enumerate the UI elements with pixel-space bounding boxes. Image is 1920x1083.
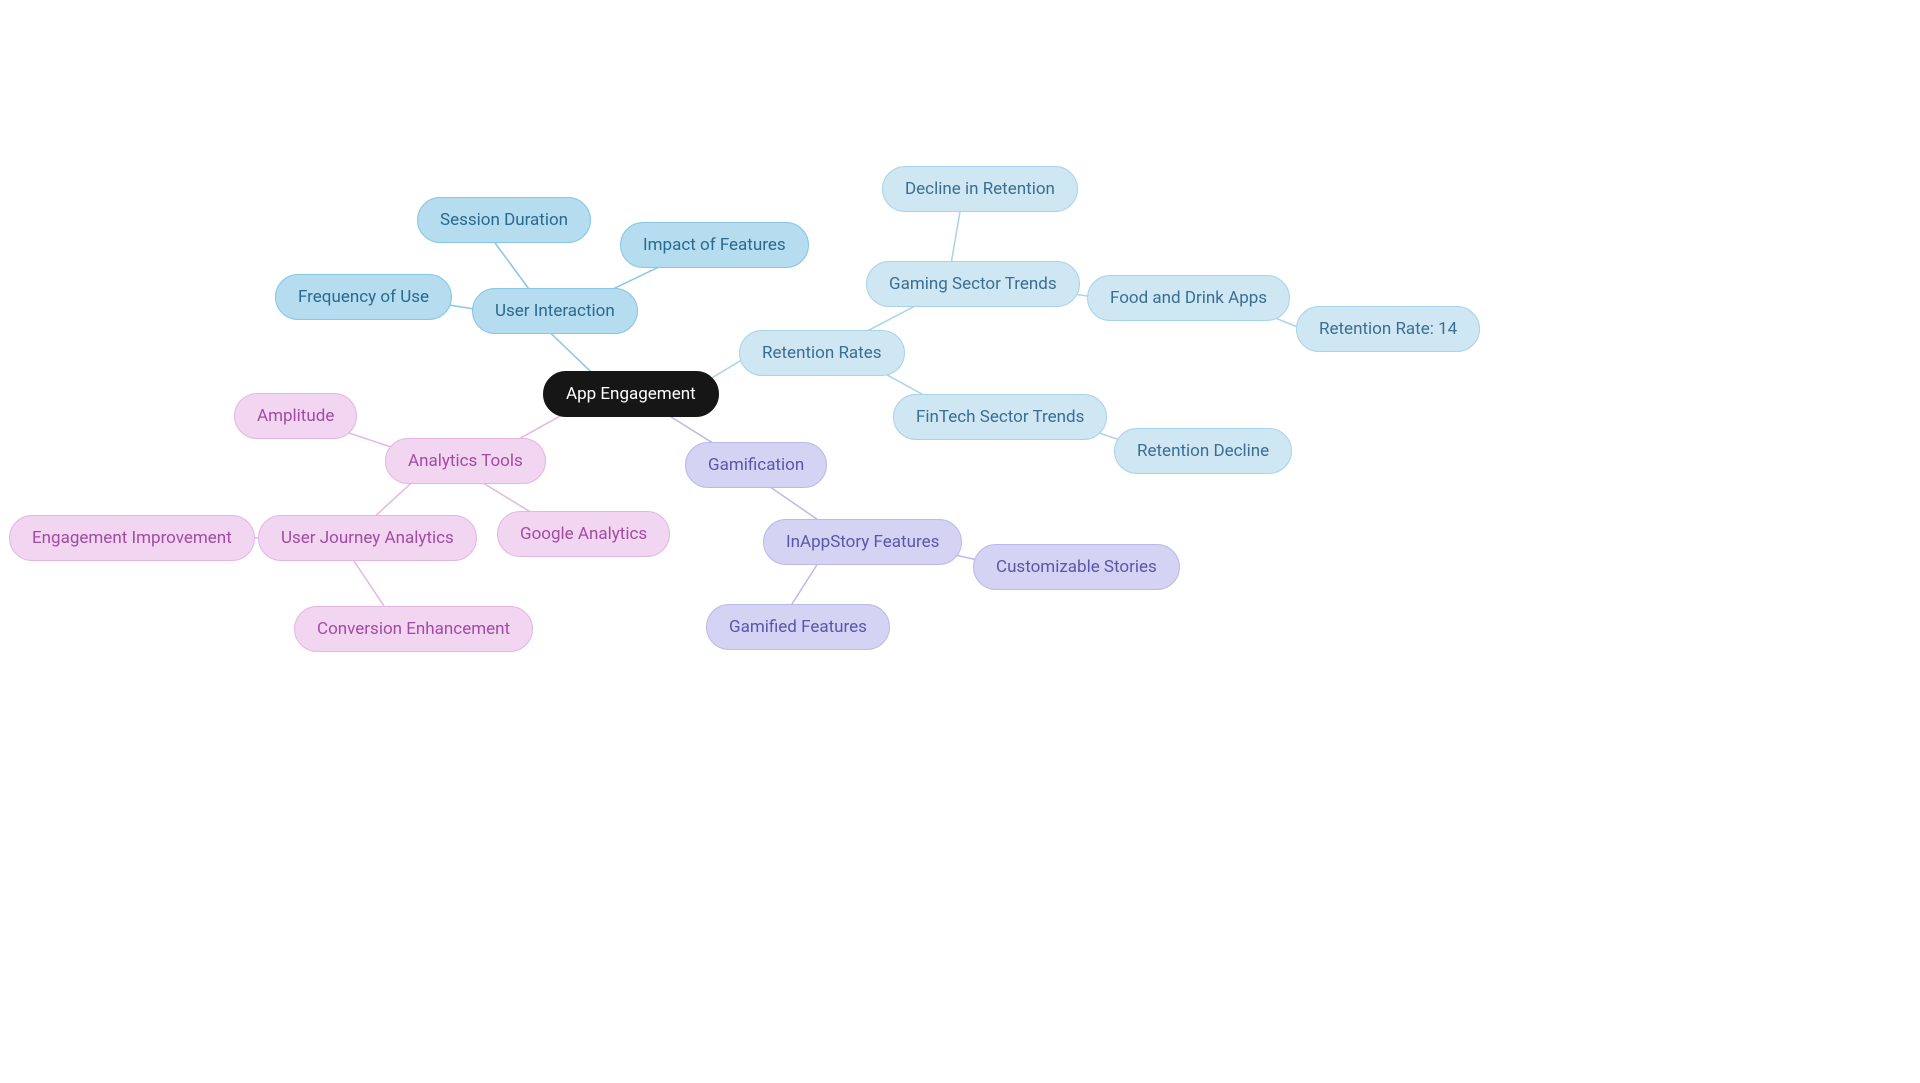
node-label: Amplitude — [257, 406, 334, 426]
node-inappstory-features[interactable]: InAppStory Features — [763, 519, 962, 565]
node-label: Engagement Improvement — [32, 528, 232, 548]
node-label: Customizable Stories — [996, 557, 1157, 577]
node-engagement-improvement[interactable]: Engagement Improvement — [9, 515, 255, 561]
node-label: Session Duration — [440, 210, 568, 230]
node-retention-decline[interactable]: Retention Decline — [1114, 428, 1292, 474]
node-analytics-tools[interactable]: Analytics Tools — [385, 438, 546, 484]
node-gamification[interactable]: Gamification — [685, 442, 827, 488]
node-label: Retention Rates — [762, 343, 882, 363]
node-gamified-features[interactable]: Gamified Features — [706, 604, 890, 650]
node-user-interaction[interactable]: User Interaction — [472, 288, 638, 334]
node-impact-of-features[interactable]: Impact of Features — [620, 222, 809, 268]
node-label: Retention Decline — [1137, 441, 1269, 461]
node-label: User Interaction — [495, 301, 615, 321]
node-food-and-drink-apps[interactable]: Food and Drink Apps — [1087, 275, 1290, 321]
node-label: InAppStory Features — [786, 532, 939, 552]
node-label: Impact of Features — [643, 235, 786, 255]
node-label: FinTech Sector Trends — [916, 407, 1084, 427]
root-node[interactable]: App Engagement — [543, 371, 719, 417]
node-label: Food and Drink Apps — [1110, 288, 1267, 308]
node-frequency-of-use[interactable]: Frequency of Use — [275, 274, 452, 320]
node-label: Gamification — [708, 455, 804, 475]
node-retention-rate-14[interactable]: Retention Rate: 14 — [1296, 306, 1480, 352]
node-label: Conversion Enhancement — [317, 619, 510, 639]
node-user-journey-analytics[interactable]: User Journey Analytics — [258, 515, 477, 561]
node-decline-in-retention[interactable]: Decline in Retention — [882, 166, 1078, 212]
node-retention-rates[interactable]: Retention Rates — [739, 330, 905, 376]
node-gaming-sector-trends[interactable]: Gaming Sector Trends — [866, 261, 1080, 307]
node-google-analytics[interactable]: Google Analytics — [497, 511, 670, 557]
node-amplitude[interactable]: Amplitude — [234, 393, 357, 439]
node-label: Gaming Sector Trends — [889, 274, 1057, 294]
node-label: Retention Rate: 14 — [1319, 319, 1457, 339]
node-label: Decline in Retention — [905, 179, 1055, 199]
node-label: Google Analytics — [520, 524, 647, 544]
node-fintech-sector-trends[interactable]: FinTech Sector Trends — [893, 394, 1107, 440]
node-customizable-stories[interactable]: Customizable Stories — [973, 544, 1180, 590]
node-conversion-enhancement[interactable]: Conversion Enhancement — [294, 606, 533, 652]
node-label: Frequency of Use — [298, 287, 429, 307]
node-session-duration[interactable]: Session Duration — [417, 197, 591, 243]
mindmap-canvas: App Engagement User Interaction Session … — [0, 0, 1920, 1083]
root-label: App Engagement — [566, 384, 696, 404]
node-label: User Journey Analytics — [281, 528, 454, 548]
node-label: Analytics Tools — [408, 451, 523, 471]
node-label: Gamified Features — [729, 617, 867, 637]
